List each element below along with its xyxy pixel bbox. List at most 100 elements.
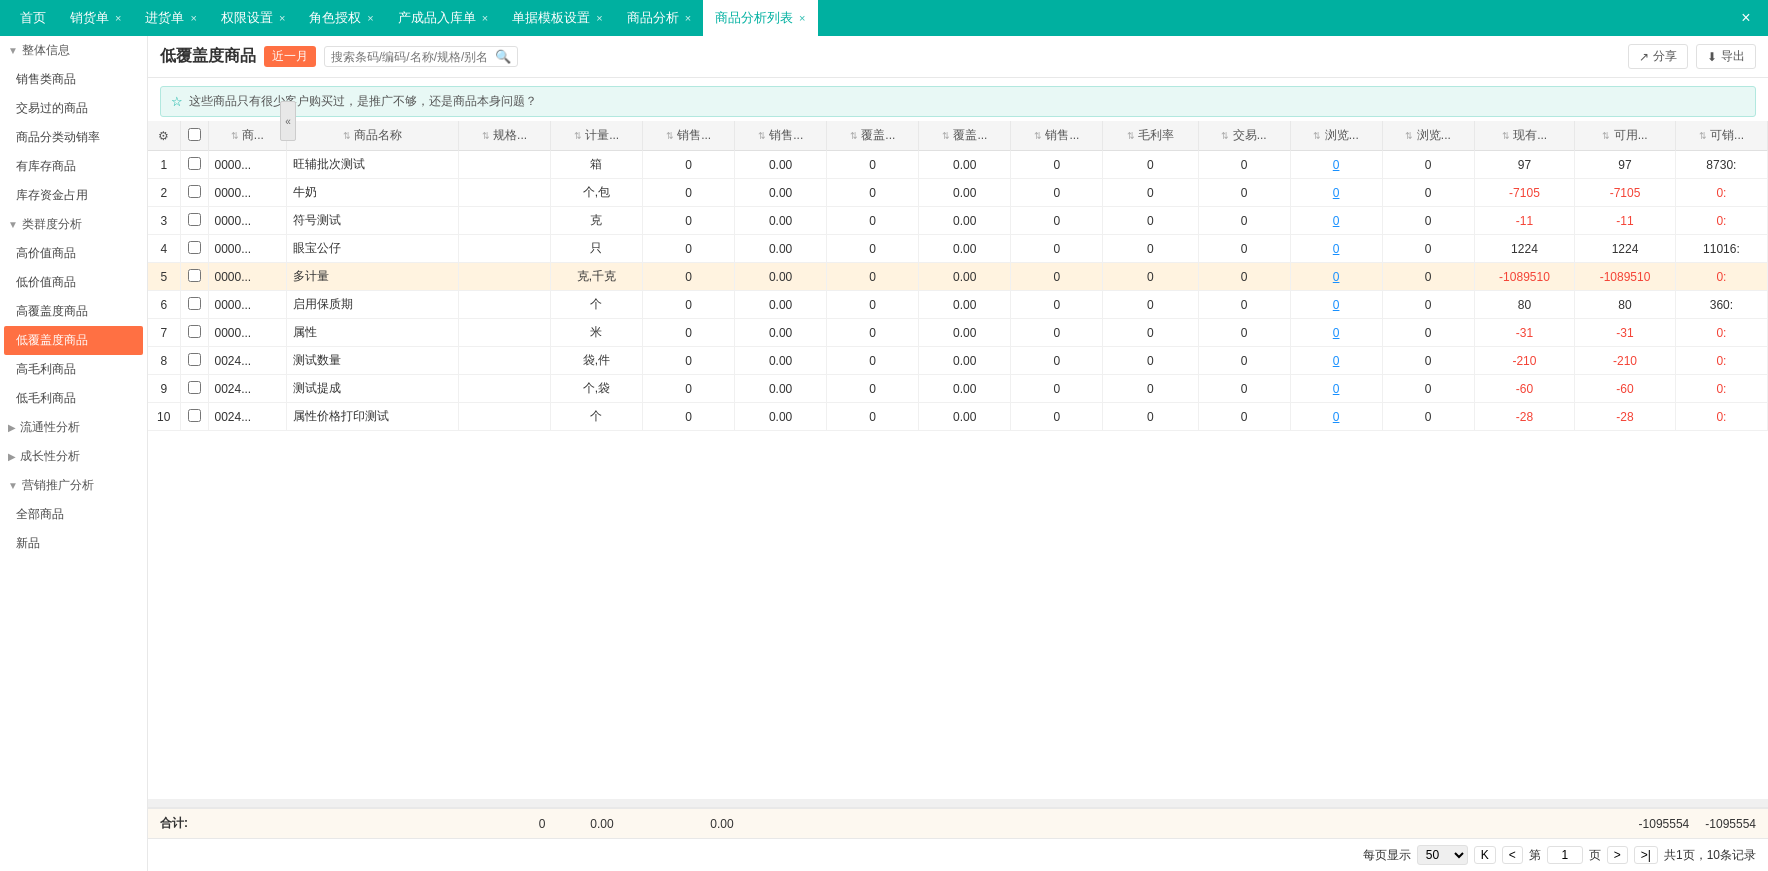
col-code[interactable]: ⇅ 商... — [208, 121, 286, 151]
cell-checkbox[interactable] — [180, 151, 208, 179]
nav-close-purchase[interactable]: × — [190, 0, 196, 36]
col-browse2[interactable]: ⇅ 浏览... — [1382, 121, 1474, 151]
sidebar-item-low-coverage[interactable]: 低覆盖度商品 — [4, 326, 143, 355]
col-browse1[interactable]: ⇅ 浏览... — [1290, 121, 1382, 151]
col-gross-margin[interactable]: ⇅ 毛利率 — [1103, 121, 1198, 151]
cell-checkbox[interactable] — [180, 263, 208, 291]
sidebar-section-overall[interactable]: ▼ 整体信息 — [0, 36, 147, 65]
sidebar-item-high-margin[interactable]: 高毛利商品 — [0, 355, 147, 384]
cell-browse1[interactable]: 0 — [1290, 375, 1382, 403]
sidebar-item-capital-occupation[interactable]: 库存资金占用 — [0, 181, 147, 210]
row-checkbox[interactable] — [188, 241, 201, 254]
cell-checkbox[interactable] — [180, 319, 208, 347]
sidebar-item-high-coverage[interactable]: 高覆盖度商品 — [0, 297, 147, 326]
sidebar-item-category-rate[interactable]: 商品分类动销率 — [0, 123, 147, 152]
sidebar-item-high-value[interactable]: 高价值商品 — [0, 239, 147, 268]
cell-cov1: 0 — [827, 347, 919, 375]
col-coverage1[interactable]: ⇅ 覆盖... — [827, 121, 919, 151]
row-checkbox[interactable] — [188, 297, 201, 310]
nav-item-purchase[interactable]: 进货单 × — [133, 0, 208, 36]
nav-close-product-inbound[interactable]: × — [482, 0, 488, 36]
sidebar-item-traded-goods[interactable]: 交易过的商品 — [0, 94, 147, 123]
col-current-stock[interactable]: ⇅ 现有... — [1474, 121, 1575, 151]
nav-close-product-analysis[interactable]: × — [685, 0, 691, 36]
col-transaction[interactable]: ⇅ 交易... — [1198, 121, 1290, 151]
cell-checkbox[interactable] — [180, 375, 208, 403]
nav-item-sales[interactable]: 销货单 × — [58, 0, 133, 36]
col-sales-qty[interactable]: ⇅ 销售... — [643, 121, 735, 151]
sidebar-section-group-analysis[interactable]: ▼ 类群度分析 — [0, 210, 147, 239]
cell-checkbox[interactable] — [180, 207, 208, 235]
sidebar-section-circulation[interactable]: ▶ 流通性分析 — [0, 413, 147, 442]
cell-checkbox[interactable] — [180, 235, 208, 263]
sidebar-item-low-margin[interactable]: 低毛利商品 — [0, 384, 147, 413]
sidebar-item-low-value[interactable]: 低价值商品 — [0, 268, 147, 297]
cell-browse1[interactable]: 0 — [1290, 179, 1382, 207]
prev-page-button[interactable]: < — [1502, 846, 1523, 864]
sidebar-section-growth[interactable]: ▶ 成长性分析 — [0, 442, 147, 471]
nav-item-home[interactable]: 首页 — [8, 0, 58, 36]
nav-item-product-analysis-list[interactable]: 商品分析列表 × — [703, 0, 817, 36]
row-checkbox[interactable] — [188, 269, 201, 282]
search-icon[interactable]: 🔍 — [495, 49, 511, 64]
nav-item-roles[interactable]: 角色授权 × — [297, 0, 385, 36]
export-button[interactable]: ⬇ 导出 — [1696, 44, 1756, 69]
last-page-button[interactable]: >| — [1634, 846, 1658, 864]
nav-close-product-analysis-list[interactable]: × — [799, 0, 805, 36]
nav-close-permissions[interactable]: × — [279, 0, 285, 36]
nav-item-product-inbound[interactable]: 产成品入库单 × — [386, 0, 500, 36]
col-checkbox[interactable] — [180, 121, 208, 151]
cell-browse1[interactable]: 0 — [1290, 263, 1382, 291]
sidebar-item-in-stock[interactable]: 有库存商品 — [0, 152, 147, 181]
export-label: 导出 — [1721, 48, 1745, 65]
sidebar-item-new-goods[interactable]: 新品 — [0, 529, 147, 558]
cell-browse1[interactable]: 0 — [1290, 403, 1382, 431]
sidebar-section-marketing[interactable]: ▼ 营销推广分析 — [0, 471, 147, 500]
row-checkbox[interactable] — [188, 185, 201, 198]
row-checkbox[interactable] — [188, 409, 201, 422]
cell-browse1[interactable]: 0 — [1290, 235, 1382, 263]
filter-recent-month-button[interactable]: 近一月 — [264, 46, 316, 67]
col-sales-amount[interactable]: ⇅ 销售... — [735, 121, 827, 151]
first-page-button[interactable]: K — [1474, 846, 1496, 864]
col-coverage2[interactable]: ⇅ 覆盖... — [919, 121, 1011, 151]
cell-checkbox[interactable] — [180, 291, 208, 319]
cell-checkbox[interactable] — [180, 403, 208, 431]
row-checkbox[interactable] — [188, 325, 201, 338]
sidebar-collapse-button[interactable]: « — [280, 101, 296, 141]
col-name[interactable]: ⇅ 商品名称 — [286, 121, 458, 151]
col-unit[interactable]: ⇅ 计量... — [550, 121, 642, 151]
row-checkbox[interactable] — [188, 353, 201, 366]
page-number-input[interactable] — [1547, 846, 1583, 864]
horizontal-scrollbar[interactable] — [148, 799, 1768, 807]
row-checkbox[interactable] — [188, 213, 201, 226]
row-checkbox[interactable] — [188, 381, 201, 394]
next-page-button[interactable]: > — [1607, 846, 1628, 864]
cell-checkbox[interactable] — [180, 347, 208, 375]
col-sales-count[interactable]: ⇅ 销售... — [1011, 121, 1103, 151]
col-available-stock[interactable]: ⇅ 可用... — [1575, 121, 1676, 151]
nav-close-roles[interactable]: × — [367, 0, 373, 36]
window-close-button[interactable]: × — [1732, 4, 1760, 32]
search-input[interactable] — [331, 50, 491, 64]
row-checkbox[interactable] — [188, 157, 201, 170]
cell-browse1[interactable]: 0 — [1290, 151, 1382, 179]
nav-close-template-settings[interactable]: × — [596, 0, 602, 36]
cell-browse1[interactable]: 0 — [1290, 291, 1382, 319]
col-settings[interactable]: ⚙ — [148, 121, 180, 151]
cell-checkbox[interactable] — [180, 179, 208, 207]
nav-item-template-settings[interactable]: 单据模板设置 × — [500, 0, 614, 36]
nav-item-product-analysis[interactable]: 商品分析 × — [615, 0, 703, 36]
col-saleable[interactable]: ⇅ 可销... — [1675, 121, 1767, 151]
select-all-checkbox[interactable] — [188, 128, 201, 141]
cell-browse1[interactable]: 0 — [1290, 319, 1382, 347]
sidebar-item-sales-goods[interactable]: 销售类商品 — [0, 65, 147, 94]
nav-close-sales[interactable]: × — [115, 0, 121, 36]
share-button[interactable]: ↗ 分享 — [1628, 44, 1688, 69]
cell-browse1[interactable]: 0 — [1290, 207, 1382, 235]
page-size-select[interactable]: 50 20 100 — [1417, 845, 1468, 865]
nav-item-permissions[interactable]: 权限设置 × — [209, 0, 297, 36]
sidebar-item-all-goods[interactable]: 全部商品 — [0, 500, 147, 529]
col-spec[interactable]: ⇅ 规格... — [458, 121, 550, 151]
cell-browse1[interactable]: 0 — [1290, 347, 1382, 375]
